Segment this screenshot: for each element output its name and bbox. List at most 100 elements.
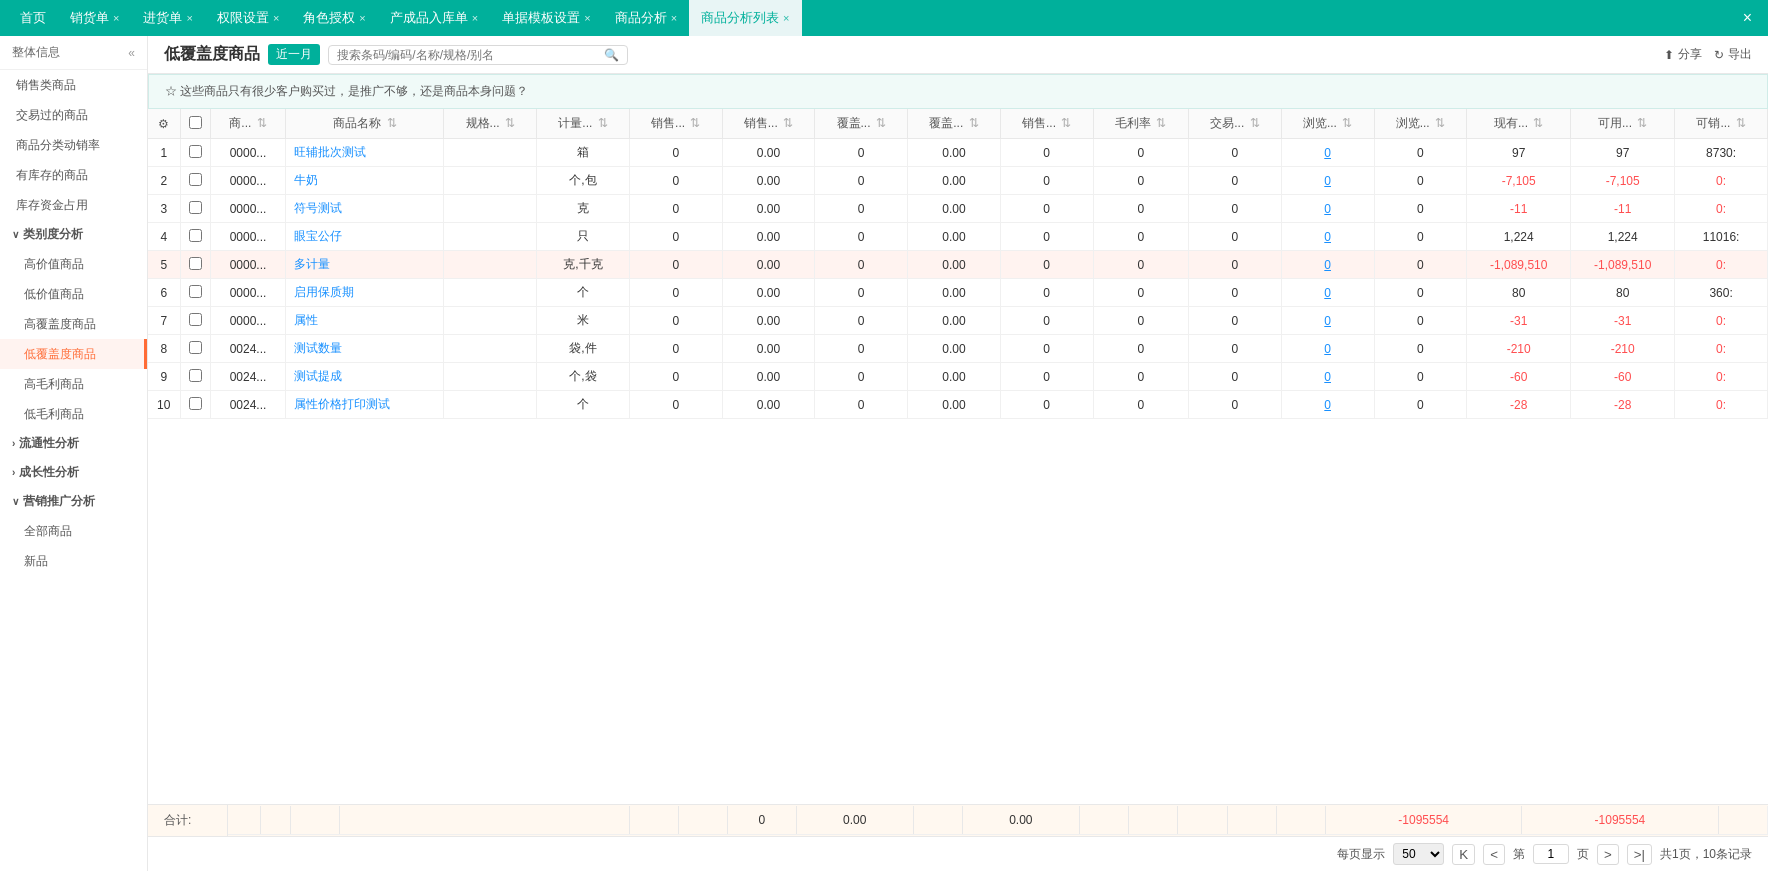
nav-close-purchase[interactable]: × <box>186 0 192 36</box>
last-page-button[interactable]: >| <box>1627 844 1652 865</box>
sidebar-item-low-value[interactable]: 低价值商品 <box>0 279 147 309</box>
row-checkbox-cell[interactable] <box>180 139 210 167</box>
row-checkbox[interactable] <box>189 173 202 186</box>
nav-close-analysis[interactable]: × <box>671 0 677 36</box>
col-unit[interactable]: 计量... ⇅ <box>537 109 630 139</box>
col-view1[interactable]: 浏览... ⇅ <box>1281 109 1374 139</box>
col-spec[interactable]: 规格... ⇅ <box>444 109 537 139</box>
col-code[interactable]: 商... ⇅ <box>210 109 286 139</box>
sidebar-item-high-coverage[interactable]: 高覆盖度商品 <box>0 309 147 339</box>
nav-item-role[interactable]: 角色授权 × <box>291 0 377 36</box>
sidebar-group-growth[interactable]: › 成长性分析 <box>0 458 147 487</box>
row-view1[interactable]: 0 <box>1281 307 1374 335</box>
col-sellable[interactable]: 可销... ⇅ <box>1675 109 1768 139</box>
sort-icon-code[interactable]: ⇅ <box>257 116 267 130</box>
sidebar-collapse-btn[interactable]: « <box>128 46 135 60</box>
row-name[interactable]: 测试数量 <box>286 335 444 363</box>
sort-icon-cover1[interactable]: ⇅ <box>876 116 886 130</box>
sidebar-item-high-value[interactable]: 高价值商品 <box>0 249 147 279</box>
sidebar-item-new-goods[interactable]: 新品 <box>0 546 147 576</box>
sidebar-item-traded-goods[interactable]: 交易过的商品 <box>0 100 147 130</box>
row-checkbox-cell[interactable] <box>180 167 210 195</box>
row-view1[interactable]: 0 <box>1281 335 1374 363</box>
row-name[interactable]: 多计量 <box>286 251 444 279</box>
row-name[interactable]: 测试提成 <box>286 363 444 391</box>
row-view1[interactable]: 0 <box>1281 139 1374 167</box>
first-page-button[interactable]: K <box>1452 844 1475 865</box>
page-input[interactable] <box>1533 844 1569 864</box>
col-cover2[interactable]: 覆盖... ⇅ <box>908 109 1001 139</box>
nav-close-sales[interactable]: × <box>113 0 119 36</box>
row-view1[interactable]: 0 <box>1281 223 1374 251</box>
row-checkbox-cell[interactable] <box>180 279 210 307</box>
nav-item-products[interactable]: 产成品入库单 × <box>378 0 490 36</box>
nav-close-template[interactable]: × <box>584 0 590 36</box>
prev-page-button[interactable]: < <box>1483 844 1505 865</box>
col-sales-qty[interactable]: 销售... ⇅ <box>629 109 722 139</box>
row-checkbox-cell[interactable] <box>180 307 210 335</box>
col-name[interactable]: 商品名称 ⇅ <box>286 109 444 139</box>
per-page-select[interactable]: 50 10 20 100 <box>1393 843 1444 865</box>
row-checkbox[interactable] <box>189 145 202 158</box>
sidebar-item-low-coverage[interactable]: 低覆盖度商品 <box>0 339 147 369</box>
row-view1[interactable]: 0 <box>1281 391 1374 419</box>
row-checkbox[interactable] <box>189 397 202 410</box>
nav-close-role[interactable]: × <box>359 0 365 36</box>
sidebar-group-liquidity[interactable]: › 流通性分析 <box>0 429 147 458</box>
col-view2[interactable]: 浏览... ⇅ <box>1374 109 1467 139</box>
export-button[interactable]: ↻ 导出 <box>1714 46 1752 63</box>
sort-icon-sellable[interactable]: ⇅ <box>1736 116 1746 130</box>
sort-icon-available[interactable]: ⇅ <box>1637 116 1647 130</box>
select-all-checkbox[interactable] <box>189 116 202 129</box>
row-checkbox-cell[interactable] <box>180 363 210 391</box>
nav-close-permission[interactable]: × <box>273 0 279 36</box>
nav-close-analysis-list[interactable]: × <box>783 0 789 36</box>
row-checkbox[interactable] <box>189 285 202 298</box>
sort-icon-trade[interactable]: ⇅ <box>1250 116 1260 130</box>
sort-icon-name[interactable]: ⇅ <box>387 116 397 130</box>
col-current[interactable]: 现有... ⇅ <box>1467 109 1571 139</box>
row-checkbox[interactable] <box>189 257 202 270</box>
row-name[interactable]: 属性 <box>286 307 444 335</box>
row-view1[interactable]: 0 <box>1281 195 1374 223</box>
row-view1[interactable]: 0 <box>1281 251 1374 279</box>
col-gross[interactable]: 毛利率 ⇅ <box>1093 109 1189 139</box>
nav-item-template[interactable]: 单据模板设置 × <box>490 0 602 36</box>
row-name[interactable]: 启用保质期 <box>286 279 444 307</box>
sort-icon-gross[interactable]: ⇅ <box>1156 116 1166 130</box>
nav-close-products[interactable]: × <box>472 0 478 36</box>
sidebar-group-marketing[interactable]: ∨ 营销推广分析 <box>0 487 147 516</box>
search-icon[interactable]: 🔍 <box>604 48 619 62</box>
row-checkbox-cell[interactable] <box>180 335 210 363</box>
sort-icon-view1[interactable]: ⇅ <box>1342 116 1352 130</box>
sort-icon-view2[interactable]: ⇅ <box>1435 116 1445 130</box>
next-page-button[interactable]: > <box>1597 844 1619 865</box>
col-checkbox[interactable] <box>180 109 210 139</box>
sort-icon-sales-qty[interactable]: ⇅ <box>690 116 700 130</box>
sidebar-item-stock-capital[interactable]: 库存资金占用 <box>0 190 147 220</box>
sidebar-item-category-rate[interactable]: 商品分类动销率 <box>0 130 147 160</box>
col-sales3[interactable]: 销售... ⇅ <box>1000 109 1093 139</box>
search-input[interactable] <box>337 48 604 62</box>
row-checkbox[interactable] <box>189 229 202 242</box>
close-all-button[interactable]: × <box>1735 9 1760 27</box>
share-button[interactable]: ⬆ 分享 <box>1664 46 1702 63</box>
nav-item-purchase[interactable]: 进货单 × <box>131 0 204 36</box>
row-checkbox-cell[interactable] <box>180 391 210 419</box>
col-available[interactable]: 可用... ⇅ <box>1571 109 1675 139</box>
row-name[interactable]: 眼宝公仔 <box>286 223 444 251</box>
nav-item-analysis-list[interactable]: 商品分析列表 × <box>689 0 801 36</box>
row-checkbox-cell[interactable] <box>180 251 210 279</box>
row-checkbox[interactable] <box>189 369 202 382</box>
sort-icon-cover2[interactable]: ⇅ <box>969 116 979 130</box>
sidebar-item-all-goods[interactable]: 全部商品 <box>0 516 147 546</box>
row-checkbox-cell[interactable] <box>180 223 210 251</box>
sort-icon-spec[interactable]: ⇅ <box>505 116 515 130</box>
row-name[interactable]: 符号测试 <box>286 195 444 223</box>
row-name[interactable]: 属性价格打印测试 <box>286 391 444 419</box>
row-view1[interactable]: 0 <box>1281 167 1374 195</box>
col-settings[interactable]: ⚙ <box>148 109 180 139</box>
nav-item-home[interactable]: 首页 <box>8 0 58 36</box>
col-sales-amt[interactable]: 销售... ⇅ <box>722 109 815 139</box>
row-checkbox[interactable] <box>189 201 202 214</box>
